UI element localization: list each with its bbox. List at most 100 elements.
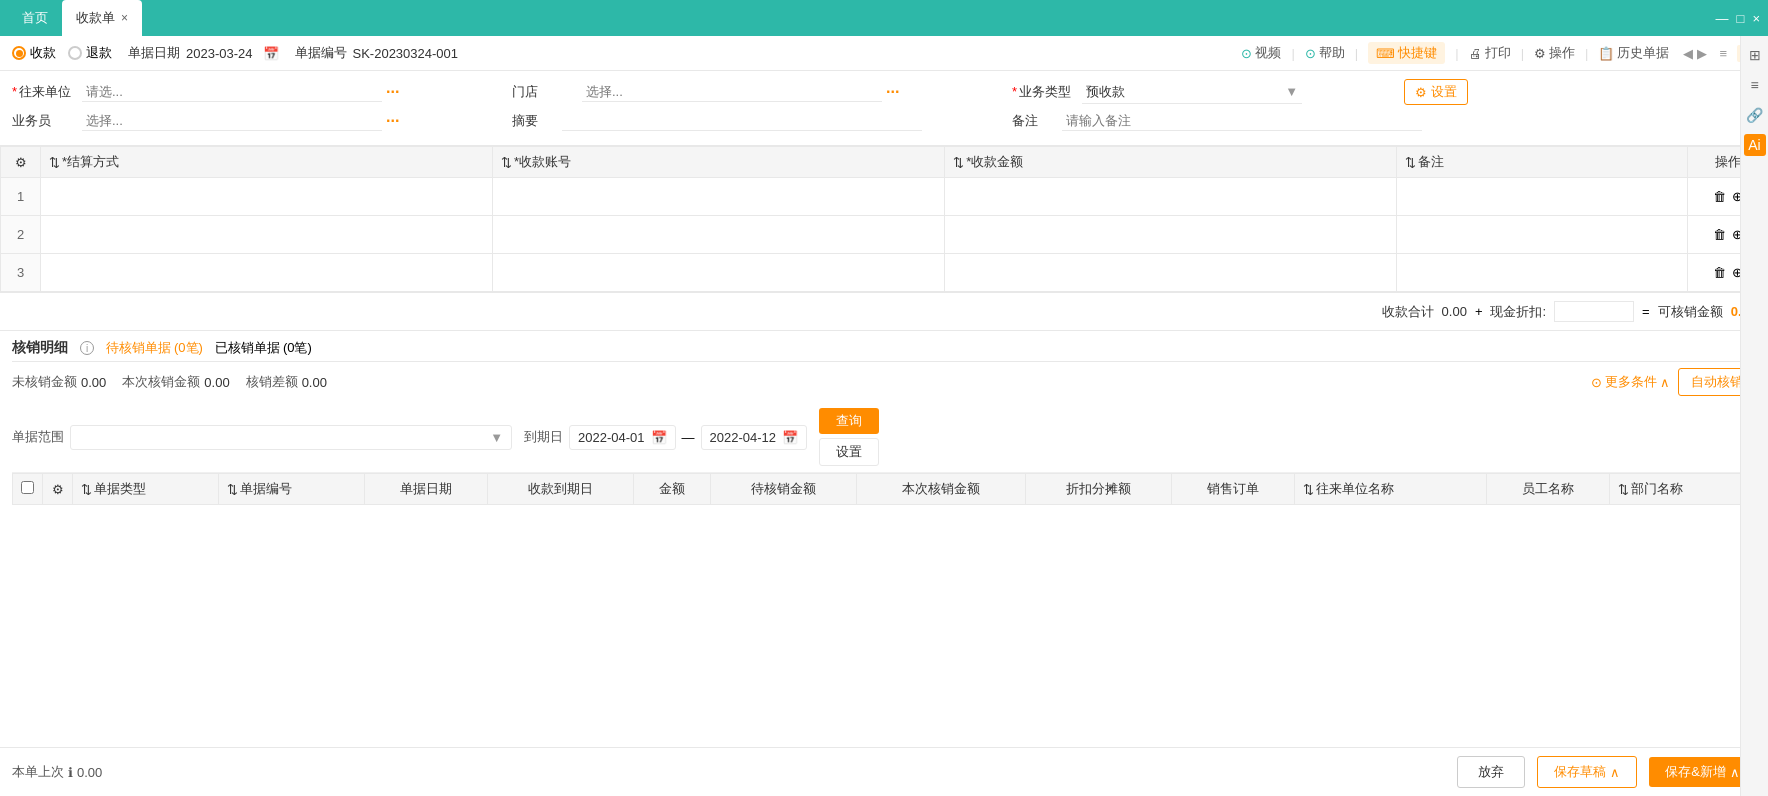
note-sort-icon[interactable]: ⇅: [1405, 155, 1416, 170]
row-2-delete-icon[interactable]: 🗑: [1713, 227, 1726, 242]
note-field: 备注: [1012, 111, 1492, 131]
row-2-amount[interactable]: [945, 216, 1397, 254]
date-value[interactable]: 2023-03-24: [186, 46, 253, 61]
window-minimize-btn[interactable]: —: [1716, 11, 1729, 26]
col-doc-type-header: ⇅ 单据类型: [73, 474, 219, 505]
receipt-radio[interactable]: 收款: [12, 44, 56, 62]
main-table-container: ⚙ ⇅ *结算方式 ⇅ *收款账号: [0, 146, 1768, 293]
verify-header: 核销明细 i 待核销单据 (0笔) 已核销单据 (0笔): [12, 331, 1756, 362]
home-tab[interactable]: 首页: [8, 0, 62, 36]
print-action[interactable]: 🖨 打印: [1469, 44, 1511, 62]
row-1-amount[interactable]: [945, 178, 1397, 216]
video-action[interactable]: ⊙ 视频: [1241, 44, 1281, 62]
note-input[interactable]: [1062, 111, 1422, 131]
row-1-delete-icon[interactable]: 🗑: [1713, 189, 1726, 204]
summary-field: 摘要: [512, 111, 992, 131]
nav-prev-icon[interactable]: ◀: [1683, 46, 1693, 61]
history-action[interactable]: 📋 历史单据: [1598, 44, 1669, 62]
window-maximize-btn[interactable]: □: [1737, 11, 1745, 26]
row-1-account[interactable]: [493, 178, 945, 216]
row-3-account[interactable]: [493, 254, 945, 292]
row-2-note[interactable]: [1397, 216, 1688, 254]
col-discount-header: 折扣分摊额: [1025, 474, 1171, 505]
row-2-settlement[interactable]: [41, 216, 493, 254]
number-value[interactable]: SK-20230324-001: [353, 46, 459, 61]
col-current-amount-header: 本次核销金额: [856, 474, 1025, 505]
sidebar-table-icon[interactable]: ⊞: [1744, 44, 1766, 66]
done-verify-tab[interactable]: 已核销单据 (0笔): [215, 339, 312, 357]
doc-type-sort[interactable]: ⇅: [81, 482, 92, 497]
toolbar-row: 收款 退款 单据日期 2023-03-24 📅 单据编号 SK-20230324…: [0, 36, 1768, 71]
account-sort-icon[interactable]: ⇅: [501, 155, 512, 170]
dept-sort[interactable]: ⇅: [1618, 482, 1629, 497]
table-row: 3 🗑 ⊕: [1, 254, 1768, 292]
col-checkbox-header[interactable]: [13, 474, 43, 505]
shortcut-action[interactable]: ⌨ 快捷键: [1368, 42, 1445, 64]
start-date-input[interactable]: 2022-04-01 📅: [569, 425, 676, 450]
row-2-account[interactable]: [493, 216, 945, 254]
row-3-note[interactable]: [1397, 254, 1688, 292]
abandon-btn[interactable]: 放弃: [1457, 756, 1525, 788]
note-label: 备注: [1012, 112, 1062, 130]
range-select[interactable]: ▼: [70, 425, 512, 450]
amount-sort-icon[interactable]: ⇅: [953, 155, 964, 170]
pending-count: (0笔): [174, 339, 203, 357]
select-all-checkbox[interactable]: [21, 481, 34, 494]
refund-radio[interactable]: 退款: [68, 44, 112, 62]
biz-type-field: 业务类型 预收款 ▼: [1012, 81, 1392, 104]
list-view-icon[interactable]: ≡: [1719, 46, 1727, 61]
discount-input[interactable]: [1554, 301, 1634, 322]
settlement-sort-icon[interactable]: ⇅: [49, 155, 60, 170]
discount-label: 现金折扣:: [1490, 303, 1546, 321]
settings-btn[interactable]: ⚙ 设置: [1404, 79, 1468, 105]
staff-more-btn[interactable]: ···: [386, 112, 399, 130]
col-partner-header: ⇅ 往来单位名称: [1294, 474, 1486, 505]
col-amount-header2: 金额: [633, 474, 710, 505]
sidebar-attachment-icon[interactable]: 🔗: [1744, 104, 1766, 126]
settings-icon[interactable]: ⚙: [15, 155, 27, 170]
close-tab-icon[interactable]: ×: [121, 11, 128, 25]
row-1-note[interactable]: [1397, 178, 1688, 216]
query-btn[interactable]: 查询: [819, 408, 879, 434]
receipt-tab[interactable]: 收款单 ×: [62, 0, 142, 36]
save-draft-btn[interactable]: 保存草稿 ∧: [1537, 756, 1637, 788]
staff-input[interactable]: [82, 111, 382, 131]
counterparty-more-btn[interactable]: ···: [386, 83, 399, 101]
bottom-info-icon[interactable]: ℹ: [68, 765, 73, 780]
more-conditions-btn[interactable]: ⊙ 更多条件 ∧: [1591, 373, 1670, 391]
col-note-header: ⇅ 备注: [1397, 147, 1688, 178]
help-action[interactable]: ⊙ 帮助: [1305, 44, 1345, 62]
verify-info-icon[interactable]: i: [80, 341, 94, 355]
sidebar-list-icon[interactable]: ≡: [1744, 74, 1766, 96]
store-more-btn[interactable]: ···: [886, 83, 899, 101]
date-range-filter: 到期日 2022-04-01 📅 — 2022-04-12 📅: [524, 425, 807, 450]
row-3-settlement[interactable]: [41, 254, 493, 292]
col-settings2-header[interactable]: ⚙: [43, 474, 73, 505]
col-settings-header[interactable]: ⚙: [1, 147, 41, 178]
row-1-settlement[interactable]: [41, 178, 493, 216]
counterparty-input[interactable]: [82, 82, 382, 102]
row-3-amount[interactable]: [945, 254, 1397, 292]
biz-type-select[interactable]: 预收款 ▼: [1082, 81, 1302, 104]
receipt-type-radio-group: 收款 退款: [12, 44, 112, 62]
partner-sort[interactable]: ⇅: [1303, 482, 1314, 497]
end-date-input[interactable]: 2022-04-12 📅: [701, 425, 808, 450]
summary-input[interactable]: [562, 111, 922, 131]
filter-settings-btn[interactable]: 设置: [819, 438, 879, 466]
bottom-info: 本单上次 ℹ 0.00: [12, 763, 102, 781]
calendar-icon[interactable]: 📅: [263, 46, 279, 61]
row-3-delete-icon[interactable]: 🗑: [1713, 265, 1726, 280]
filter-row: 单据范围 ▼ 到期日 2022-04-01 📅 — 2022-04-12 📅: [12, 402, 1756, 473]
store-input[interactable]: [582, 82, 882, 102]
window-close-btn[interactable]: ×: [1752, 11, 1760, 26]
receipt-radio-label: 收款: [30, 44, 56, 62]
current-value: 0.00: [204, 375, 229, 390]
operations-action[interactable]: ⚙ 操作: [1534, 44, 1575, 62]
summary-label: 摘要: [512, 112, 562, 130]
doc-num-sort[interactable]: ⇅: [227, 482, 238, 497]
sidebar-ai-icon[interactable]: Ai: [1744, 134, 1766, 156]
pending-verify-tab[interactable]: 待核销单据 (0笔): [106, 339, 203, 357]
window-controls: — □ ×: [1716, 11, 1760, 26]
done-count: (0笔): [283, 339, 312, 357]
nav-next-icon[interactable]: ▶: [1697, 46, 1707, 61]
